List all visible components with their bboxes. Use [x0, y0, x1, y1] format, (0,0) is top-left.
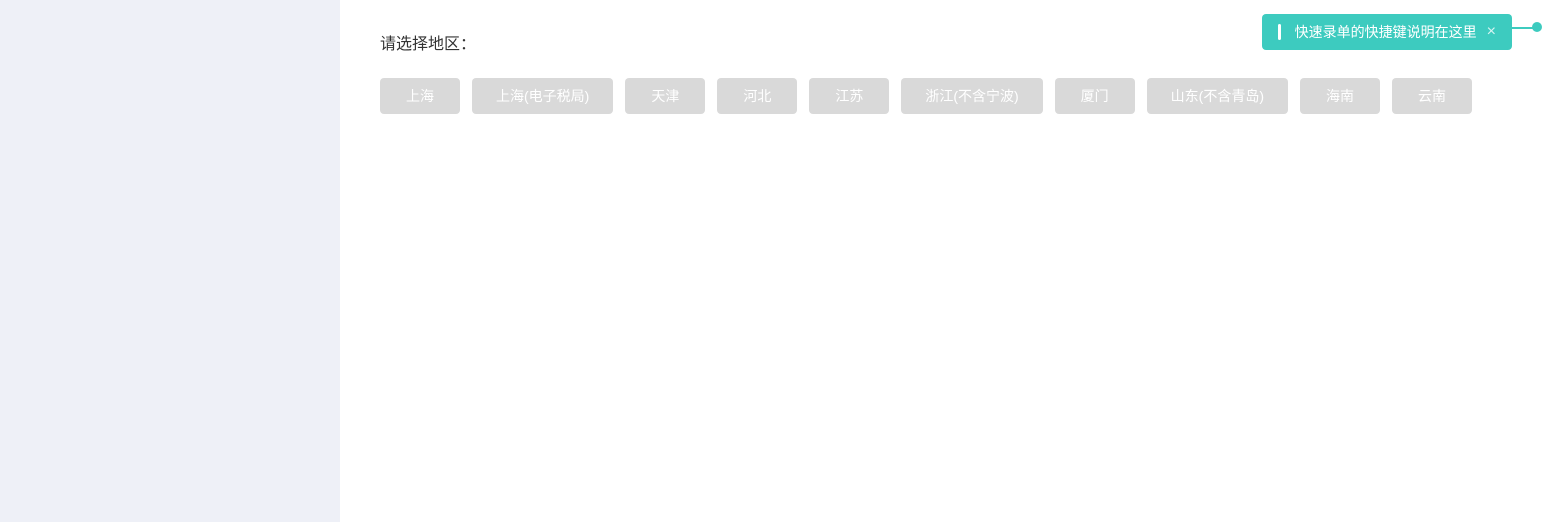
region-btn-jiangsu[interactable]: 江苏 — [809, 78, 889, 114]
connector-line — [1510, 27, 1534, 29]
region-buttons: 上海上海(电子税局) 天津河北江苏浙江(不含宁波) 厦门山东(不含青岛) 海南云南 — [380, 78, 1522, 114]
main-content: 请选择地区： 上海上海(电子税局)天津河北江苏浙江(不含宁波)厦门山东(不含青岛… — [340, 0, 1562, 522]
tooltip-text: 快速录单的快捷键说明在这里 — [1295, 22, 1477, 42]
tooltip-close-button[interactable]: × — [1487, 23, 1496, 41]
region-btn-tianjin[interactable]: 天津 — [625, 78, 705, 114]
region-btn-hainan[interactable]: 海南 — [1300, 78, 1380, 114]
tooltip-banner: 快速录单的快捷键说明在这里 × — [1262, 14, 1512, 50]
region-btn-shanghai[interactable]: 上海 — [380, 78, 460, 114]
region-btn-yunnan[interactable]: 云南 — [1392, 78, 1472, 114]
region-btn-zhejiang[interactable]: 浙江(不含宁波) — [901, 78, 1042, 114]
region-btn-shandong[interactable]: 山东(不含青岛) — [1147, 78, 1288, 114]
region-btn-shanghai-etax[interactable]: 上海(电子税局) — [472, 78, 613, 114]
region-btn-xiamen[interactable]: 厦门 — [1055, 78, 1135, 114]
region-btn-hebei[interactable]: 河北 — [717, 78, 797, 114]
connector-dot — [1532, 22, 1542, 32]
left-sidebar — [0, 0, 340, 522]
